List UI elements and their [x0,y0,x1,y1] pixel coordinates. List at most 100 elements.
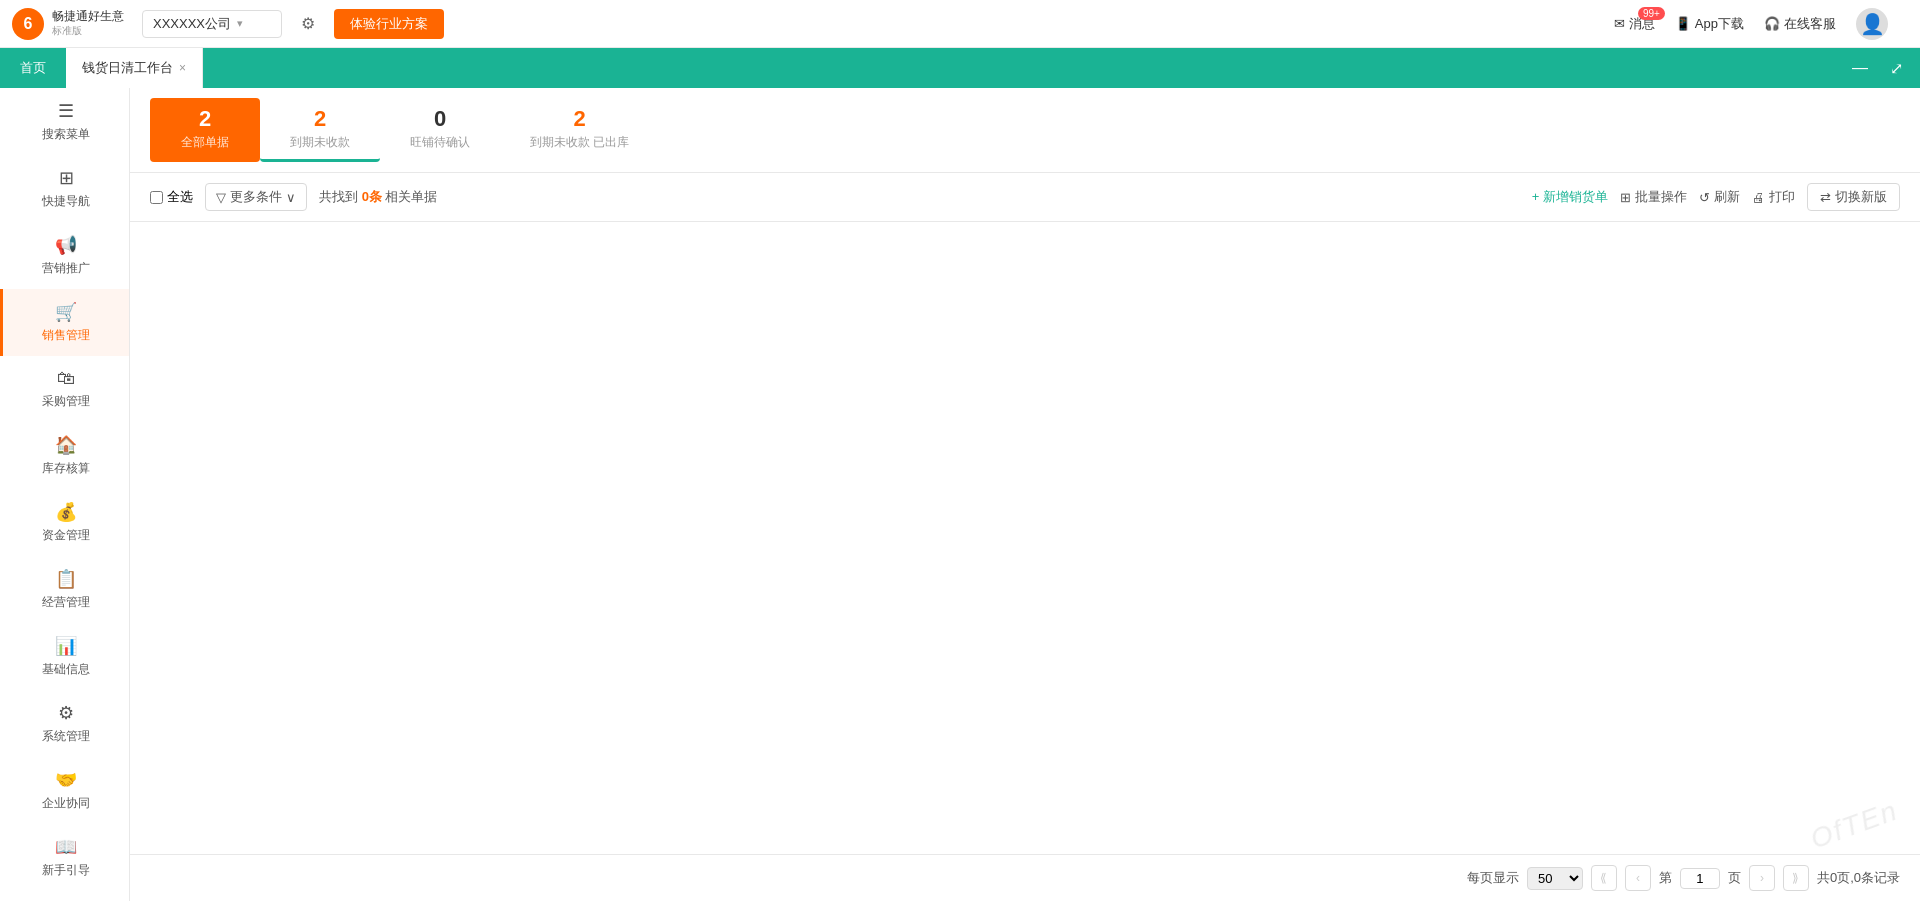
sidebar: ☰ 搜索菜单 ⊞ 快捷导航 📢 营销推广 🛒 销售管理 🛍 采购管理 🏠 库存核… [0,88,130,901]
top-right-area: ✉ 消息 99+ 📱 App下载 🎧 在线客服 👤 [1614,8,1908,40]
finance-icon: 💰 [55,501,77,523]
top-bar: 6 畅捷通好生意 标准版 XXXXXX公司 ▾ ⚙ 体验行业方案 ✉ 消息 99… [0,0,1920,48]
batch-icon: ⊞ [1620,190,1631,205]
switch-version-button[interactable]: ⇄ 切换新版 [1807,183,1900,211]
sidebar-item-finance[interactable]: 💰 资金管理 [0,489,129,556]
system-icon: ⚙ [58,702,74,724]
toolbar-right: + 新增销货单 ⊞ 批量操作 ↺ 刷新 🖨 打印 ⇄ 切换新版 [1532,183,1900,211]
app-name: 畅捷通好生意 [52,9,124,25]
sidebar-item-basicinfo[interactable]: 📊 基础信息 [0,623,129,690]
sidebar-item-operation[interactable]: 📋 经营管理 [0,556,129,623]
stat-count-shipped: 2 [574,106,586,132]
page-input[interactable] [1680,868,1720,889]
experience-button[interactable]: 体验行业方案 [334,9,444,39]
tab-bar-actions: — ⤢ [1846,54,1920,82]
sidebar-item-purchase[interactable]: 🛍 采购管理 [0,356,129,422]
stat-count-pending: 0 [434,106,446,132]
company-selector[interactable]: XXXXXX公司 ▾ [142,10,282,38]
print-icon: 🖨 [1752,190,1765,205]
next-page-button[interactable]: › [1749,865,1775,891]
first-page-button[interactable]: ⟪ [1591,865,1617,891]
stat-count-all: 2 [199,106,211,132]
sidebar-inventory-label: 库存核算 [42,460,90,477]
stat-tab-pending[interactable]: 0 旺铺待确认 [380,98,500,162]
stat-tab-overdue[interactable]: 2 到期未收款 [260,98,380,162]
sidebar-basicinfo-label: 基础信息 [42,661,90,678]
total-text: 共0页,0条记录 [1817,869,1900,887]
filter-button[interactable]: ▽ 更多条件 ∨ [205,183,307,211]
stat-tab-all[interactable]: 2 全部单据 [150,98,260,162]
search-icon: ☰ [58,100,74,122]
sidebar-item-search[interactable]: ☰ 搜索菜单 [0,88,129,155]
tab-home[interactable]: 首页 [0,48,66,88]
sidebar-item-appcenter[interactable]: 📦 应用中心 [0,891,129,901]
toolbar: 全选 ▽ 更多条件 ∨ 共找到 0条 相关单据 + 新增销货单 ⊞ 批量操作 [130,173,1920,222]
sidebar-item-inventory[interactable]: 🏠 库存核算 [0,422,129,489]
service-icon: 🎧 [1764,16,1780,31]
sidebar-search-label: 搜索菜单 [42,126,90,143]
refresh-button[interactable]: ↺ 刷新 [1699,188,1740,206]
stat-label-overdue: 到期未收款 [290,134,350,151]
sales-icon: 🛒 [55,301,77,323]
chevron-down-icon: ∨ [286,190,296,205]
settings-button[interactable]: ⚙ [292,8,324,40]
stat-label-all: 全部单据 [181,134,229,151]
page-label: 第 [1659,869,1672,887]
sidebar-purchase-label: 采购管理 [42,393,90,410]
operation-icon: 📋 [55,568,77,590]
sidebar-item-guide[interactable]: 📖 新手引导 [0,824,129,891]
avatar[interactable]: 👤 [1856,8,1888,40]
select-all-checkbox[interactable]: 全选 [150,188,193,206]
sidebar-item-marketing[interactable]: 📢 营销推广 [0,222,129,289]
last-page-button[interactable]: ⟫ [1783,865,1809,891]
guide-icon: 📖 [55,836,77,858]
logo-icon: 6 [12,8,44,40]
sidebar-item-cooperation[interactable]: 🤝 企业协同 [0,757,129,824]
grid-icon: ⊞ [59,167,74,189]
sidebar-item-quicknav[interactable]: ⊞ 快捷导航 [0,155,129,222]
page-label-2: 页 [1728,869,1741,887]
sidebar-guide-label: 新手引导 [42,862,90,879]
sidebar-item-system[interactable]: ⚙ 系统管理 [0,690,129,757]
stat-tab-shipped[interactable]: 2 到期未收款 已出库 [500,98,659,162]
new-order-button[interactable]: + 新增销货单 [1532,188,1608,206]
table-area [130,222,1920,854]
app-download-button[interactable]: 📱 App下载 [1675,15,1744,33]
marketing-icon: 📢 [55,234,77,256]
main-layout: ☰ 搜索菜单 ⊞ 快捷导航 📢 营销推广 🛒 销售管理 🛍 采购管理 🏠 库存核… [0,88,1920,901]
batch-button[interactable]: ⊞ 批量操作 [1620,188,1687,206]
cooperation-icon: 🤝 [55,769,77,791]
sidebar-quicknav-label: 快捷导航 [42,193,90,210]
prev-page-button[interactable]: ‹ [1625,865,1651,891]
page-size-select[interactable]: 50 100 200 [1527,867,1583,890]
select-all-label: 全选 [167,188,193,206]
message-badge: 99+ [1638,7,1665,20]
phone-icon: 📱 [1675,16,1691,31]
select-all-input[interactable] [150,191,163,204]
refresh-icon: ↺ [1699,190,1710,205]
message-icon: ✉ [1614,16,1625,31]
purchase-icon: 🛍 [57,368,75,389]
basicinfo-icon: 📊 [55,635,77,657]
print-button[interactable]: 🖨 打印 [1752,188,1795,206]
found-count: 0条 [362,189,382,204]
close-icon[interactable]: × [179,61,186,75]
logo-area: 6 畅捷通好生意 标准版 [12,8,142,40]
expand-icon: ⤢ [1890,59,1903,78]
sidebar-cooperation-label: 企业协同 [42,795,90,812]
online-service-button[interactable]: 🎧 在线客服 [1764,15,1836,33]
sidebar-item-sales[interactable]: 🛒 销售管理 [0,289,129,356]
minimize-button[interactable]: — [1846,54,1874,82]
home-tab-label: 首页 [20,59,46,77]
filter-icon: ▽ [216,190,226,205]
switch-icon: ⇄ [1820,190,1831,205]
message-button[interactable]: ✉ 消息 99+ [1614,15,1655,33]
maximize-button[interactable]: ⤢ [1882,54,1910,82]
tab-qhdq-label: 钱货日清工作台 [82,59,173,77]
tab-qhdq[interactable]: 钱货日清工作台 × [66,48,203,88]
app-badge: 标准版 [52,24,124,38]
pagination: 每页显示 50 100 200 ⟪ ‹ 第 页 › ⟫ 共0页,0条记录 [130,854,1920,901]
sidebar-operation-label: 经营管理 [42,594,90,611]
page-size-label: 每页显示 [1467,869,1519,887]
sidebar-system-label: 系统管理 [42,728,90,745]
